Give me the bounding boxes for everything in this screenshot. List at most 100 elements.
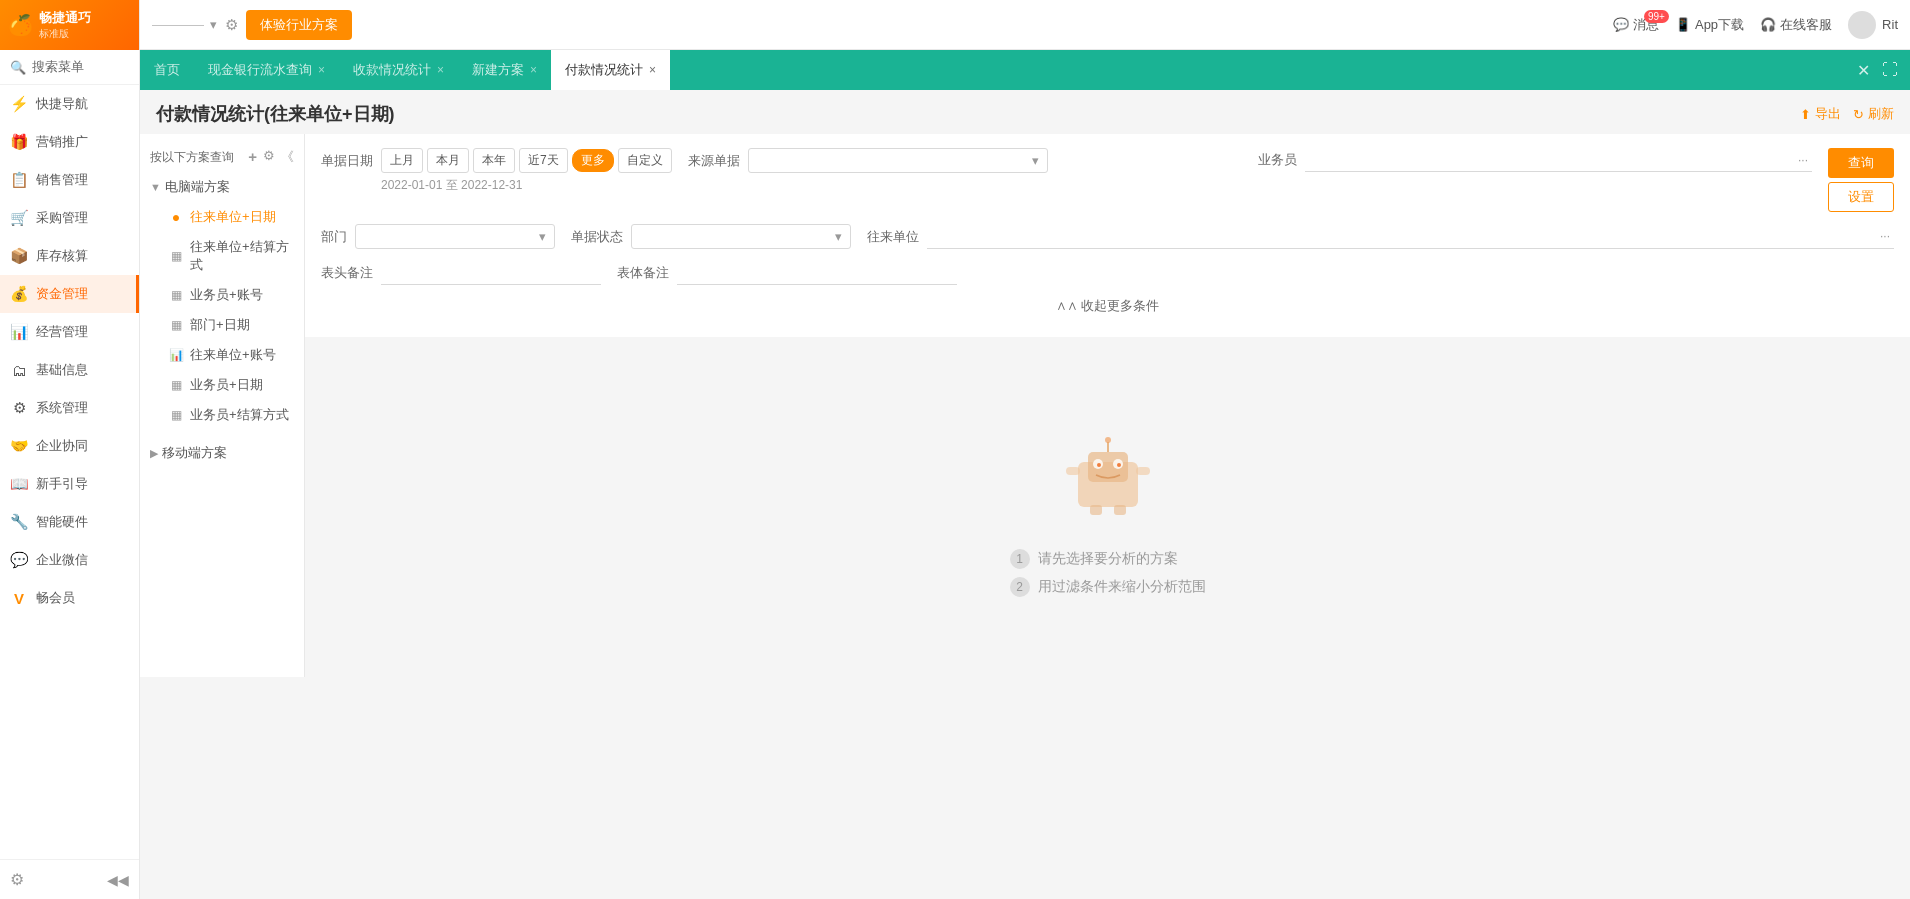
tab-new-scheme[interactable]: 新建方案 ×	[458, 50, 551, 90]
sidebar-item-marketing[interactable]: 🎁 营销推广	[0, 123, 139, 161]
page-title: 付款情况统计(往来单位+日期)	[156, 102, 395, 126]
tab-receipt-stats[interactable]: 收款情况统计 ×	[339, 50, 458, 90]
scheme-item-unit-date[interactable]: ● 往来单位+日期	[140, 202, 304, 232]
export-icon: ⬆	[1800, 107, 1811, 122]
sidebar-item-inventory[interactable]: 📦 库存核算	[0, 237, 139, 275]
staff-account-icon: ▦	[168, 287, 184, 303]
panel-collapse-icon[interactable]: 《	[281, 148, 294, 166]
sidebar-item-member[interactable]: V 畅会员	[0, 579, 139, 617]
scheme-item-unit-account[interactable]: 📊 往来单位+账号	[140, 340, 304, 370]
dept-label: 部门	[321, 228, 347, 246]
counterpart-input[interactable]	[927, 225, 1894, 248]
body-note-input[interactable]	[677, 261, 957, 284]
tab-payment-stats-close[interactable]: ×	[649, 63, 656, 77]
sidebar-item-quick-nav[interactable]: ⚡ 快捷导航	[0, 85, 139, 123]
notification-area[interactable]: 💬 消息 99+	[1613, 16, 1659, 34]
app-logo-icon: 🍊	[8, 13, 33, 37]
app-download[interactable]: 📱 App下载	[1675, 16, 1744, 34]
panel-settings-icon[interactable]: ⚙	[263, 148, 275, 166]
scheme-item-unit-payment[interactable]: ▦ 往来单位+结算方式	[140, 232, 304, 280]
tab-maximize-icon[interactable]: ⛶	[1878, 59, 1902, 81]
empty-tip-1: 1 请先选择要分析的方案	[1010, 549, 1206, 569]
online-service[interactable]: 🎧 在线客服	[1760, 16, 1832, 34]
header-note-input[interactable]	[381, 261, 601, 284]
pc-scheme-group: ▼ 电脑端方案 ● 往来单位+日期 ▦ 往来单位+结算方式 ▦ 业务员+账号	[140, 172, 304, 430]
body-note-filter: 表体备注	[617, 261, 957, 285]
scheme-item-staff-date[interactable]: ▦ 业务员+日期	[140, 370, 304, 400]
source-select[interactable]: ▾	[748, 148, 1048, 173]
dept-select[interactable]: ▾	[355, 224, 555, 249]
sidebar-item-guide[interactable]: 📖 新手引导	[0, 465, 139, 503]
sidebar-item-enterprise[interactable]: 🤝 企业协同	[0, 427, 139, 465]
dept-select-arrow: ▾	[539, 229, 546, 244]
sidebar-collapse-icon[interactable]: ◀◀	[107, 872, 129, 888]
date-buttons: 上月 本月 本年 近7天 更多 自定义	[381, 148, 672, 173]
dropdown-arrow[interactable]: ▾	[210, 17, 217, 32]
scheme-item-staff-account[interactable]: ▦ 业务员+账号	[140, 280, 304, 310]
staff-input-area: ···	[1305, 148, 1812, 172]
date-btn-last-month[interactable]: 上月	[381, 148, 423, 173]
sidebar-item-purchase[interactable]: 🛒 采购管理	[0, 199, 139, 237]
header-note-filter: 表头备注	[321, 261, 601, 285]
tip-num-2: 2	[1010, 577, 1030, 597]
user-profile[interactable]: Rit	[1848, 11, 1898, 39]
date-btn-this-year[interactable]: 本年	[473, 148, 515, 173]
sidebar-item-finance[interactable]: 💰 资金管理	[0, 275, 139, 313]
tab-receipt-stats-close[interactable]: ×	[437, 63, 444, 77]
unit-payment-icon: ▦	[168, 248, 184, 264]
staff-input[interactable]	[1305, 148, 1812, 171]
sidebar-search-item[interactable]: 🔍 搜索菜单	[0, 50, 139, 85]
panel-header-title: 按以下方案查询	[150, 149, 234, 166]
counterpart-more-icon[interactable]: ···	[1880, 229, 1890, 243]
staff-payment-icon: ▦	[168, 407, 184, 423]
sidebar-item-system[interactable]: ⚙ 系统管理	[0, 389, 139, 427]
scheme-item-dept-date[interactable]: ▦ 部门+日期	[140, 310, 304, 340]
sidebar-item-label: 销售管理	[36, 171, 88, 189]
system-icon: ⚙	[10, 399, 28, 417]
panel-add-icon[interactable]: +	[248, 148, 257, 166]
scheme-item-staff-payment[interactable]: ▦ 业务员+结算方式	[140, 400, 304, 430]
sidebar-item-operations[interactable]: 📊 经营管理	[0, 313, 139, 351]
tab-bank-flow-close[interactable]: ×	[318, 63, 325, 77]
search-icon: 🔍	[10, 60, 26, 75]
avatar	[1848, 11, 1876, 39]
staff-account-label: 业务员+账号	[190, 286, 263, 304]
date-filter-group: 单据日期 上月 本月 本年 近7天 更多 自定义	[321, 148, 672, 194]
mobile-group-title[interactable]: ▶ 移动端方案	[140, 438, 304, 468]
voucher-status-select[interactable]: ▾	[631, 224, 851, 249]
sidebar-item-weixin[interactable]: 💬 企业微信	[0, 541, 139, 579]
message-icon: 💬	[1613, 17, 1629, 32]
sidebar-item-hardware[interactable]: 🔧 智能硬件	[0, 503, 139, 541]
empty-tips: 1 请先选择要分析的方案 2 用过滤条件来缩小分析范围	[1010, 549, 1206, 597]
tab-home[interactable]: 首页	[140, 50, 194, 90]
collapse-label: 收起更多条件	[1081, 298, 1159, 313]
date-btn-7days[interactable]: 近7天	[519, 148, 568, 173]
date-btn-more[interactable]: 更多	[572, 149, 614, 172]
tab-new-scheme-close[interactable]: ×	[530, 63, 537, 77]
sales-icon: 📋	[10, 171, 28, 189]
date-filter-top: 单据日期 上月 本月 本年 近7天 更多 自定义	[321, 148, 672, 173]
sidebar-item-basic[interactable]: 🗂 基础信息	[0, 351, 139, 389]
tab-close-all-icon[interactable]: ✕	[1853, 59, 1874, 82]
collapse-more-button[interactable]: ∧∧ 收起更多条件	[321, 289, 1894, 323]
date-btn-custom[interactable]: 自定义	[618, 148, 672, 173]
tab-bank-flow[interactable]: 现金银行流水查询 ×	[194, 50, 339, 90]
date-btn-this-month[interactable]: 本月	[427, 148, 469, 173]
export-button[interactable]: ⬆ 导出	[1800, 105, 1841, 123]
sidebar-settings-icon[interactable]: ⚙	[10, 870, 24, 889]
counterpart-filter: 往来单位 ···	[867, 225, 1894, 249]
staff-date-label: 业务员+日期	[190, 376, 263, 394]
sidebar-search-label: 搜索菜单	[32, 58, 84, 76]
trial-button[interactable]: 体验行业方案	[246, 10, 352, 40]
refresh-button[interactable]: ↻ 刷新	[1853, 105, 1894, 123]
operations-icon: 📊	[10, 323, 28, 341]
pc-group-title[interactable]: ▼ 电脑端方案	[140, 172, 304, 202]
tab-payment-stats[interactable]: 付款情况统计 ×	[551, 50, 670, 90]
settings-button[interactable]: 设置	[1828, 182, 1894, 212]
staff-more-icon[interactable]: ···	[1798, 153, 1808, 167]
tab-bank-flow-label: 现金银行流水查询	[208, 61, 312, 79]
settings-icon[interactable]: ⚙	[225, 16, 238, 34]
query-button[interactable]: 查询	[1828, 148, 1894, 178]
tip-text-2: 用过滤条件来缩小分析范围	[1038, 578, 1206, 596]
sidebar-item-sales[interactable]: 📋 销售管理	[0, 161, 139, 199]
